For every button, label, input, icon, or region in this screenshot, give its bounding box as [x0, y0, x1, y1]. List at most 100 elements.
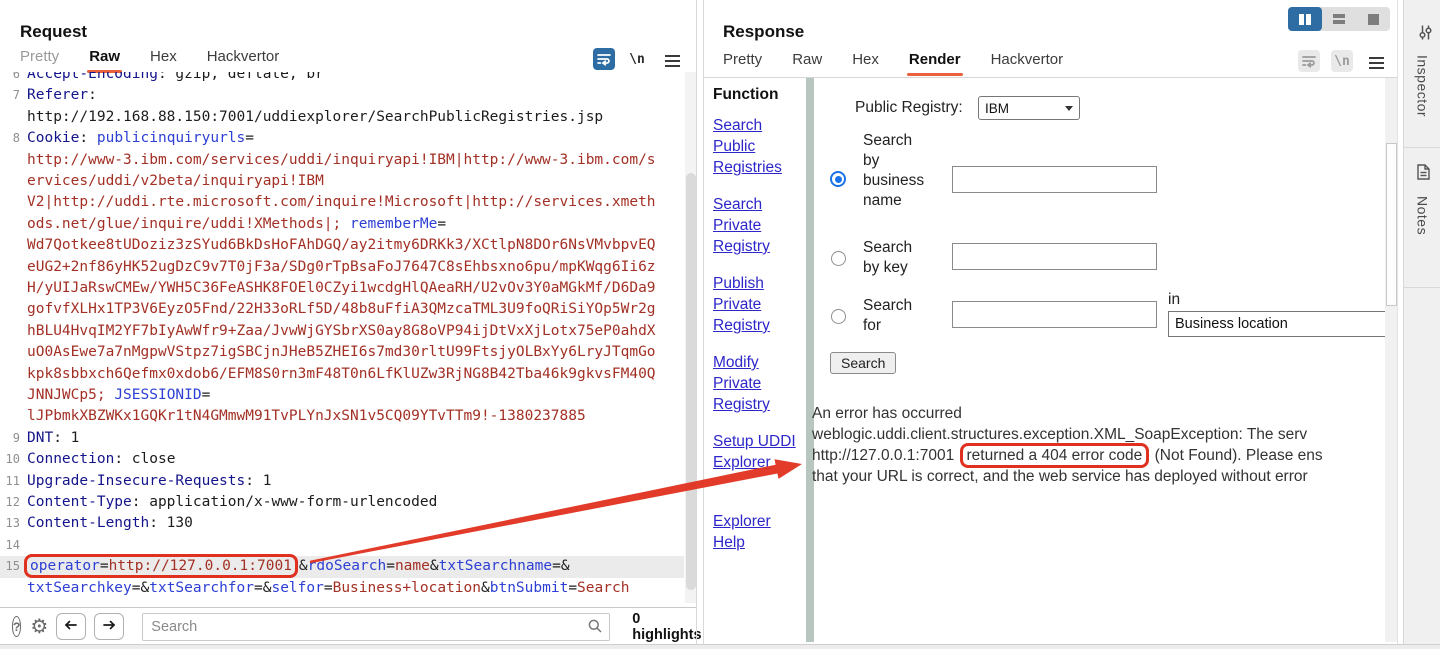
response-tabs: Pretty Raw Hex Render Hackvertor [723, 51, 1063, 76]
link-publish-private-registry[interactable]: Publish Private Registry [713, 273, 801, 336]
business-name-input[interactable] [952, 166, 1157, 193]
tab-response-pretty[interactable]: Pretty [723, 51, 762, 76]
newline-glyph-icon[interactable]: \n [1331, 50, 1353, 72]
request-line-7: 7 Referer: [0, 85, 684, 106]
request-line-12: 12 Content-Type: application/x-www-form-u… [0, 492, 684, 513]
render-scrollbar-thumb[interactable] [1386, 143, 1397, 306]
tab-request-raw[interactable]: Raw [87, 48, 122, 73]
error-message: An error has occurred weblogic.uddi.clien… [812, 403, 1385, 513]
search-input[interactable] [142, 612, 611, 641]
highlights-count: 0 highlights [632, 610, 702, 643]
link-modify-private-registry[interactable]: Modify Private Registry [713, 352, 801, 415]
request-panel-title: Request [20, 22, 88, 41]
error-line: An error has occurred [812, 405, 962, 422]
request-line-10: 10 Connection: close [0, 449, 684, 470]
request-line-6: 6 Accept-Encoding: gzip, deflate, br [0, 72, 684, 85]
request-line-13: 13 Content-Length: 130 [0, 513, 684, 534]
tab-request-hackvertor[interactable]: Hackvertor [207, 48, 280, 73]
request-line: ervices/uddi/v2beta/inquiryapi!IBM [27, 173, 324, 189]
request-line: gofvfXLHx1TP3V6EyzO5Fnd/22H33oRLf5D/48b8… [27, 301, 656, 318]
request-line: eUG2+2nf86yHK52ugDzC9v7T0jF3a/SDg0rTpBsa… [27, 258, 656, 275]
request-line-8: 8 Cookie: publicinquiryurls= [0, 128, 684, 149]
public-registry-select[interactable]: IBM [978, 96, 1080, 120]
line-number: 15 [5, 559, 20, 574]
columns-layout-icon[interactable] [1288, 7, 1322, 31]
notes-document-icon [1414, 163, 1432, 186]
annotation-box-response: returned a 404 error code [963, 446, 1147, 465]
right-sidebar: Inspector Notes [1403, 0, 1440, 645]
response-render-view: Function Search Public Registries Search … [704, 77, 1397, 642]
request-editor[interactable]: 6 Accept-Encoding: gzip, deflate, br 7 Refe… [0, 72, 684, 603]
search-for-label: Search for [863, 297, 913, 334]
newline-glyph-icon[interactable]: \n [626, 48, 648, 70]
error-line: weblogic.uddi.client.structures.exceptio… [812, 426, 1308, 443]
tab-request-hex[interactable]: Hex [150, 48, 177, 73]
arrow-left-icon[interactable] [56, 613, 87, 640]
request-line: kpk8sbbxch6Qefmx0xdob6/EFM8S0rn3mF48T0n6… [27, 365, 656, 382]
in-label: in [1168, 291, 1181, 308]
link-explorer-help[interactable]: Explorer Help [713, 511, 801, 553]
request-line-15: 15 operator=http://127.0.0.1:7001 &rdoSear… [0, 556, 684, 578]
request-line: ods.net/glue/inquire/uddi!XMethods|; rem… [27, 215, 447, 232]
request-line: H/yUIJaRswCMEw/YWH5C36FeASHK8FOEl0CZyi1w… [27, 280, 656, 296]
uddi-search-button[interactable]: Search [830, 352, 897, 374]
help-icon[interactable]: ? [12, 616, 22, 637]
search-icon [587, 618, 603, 639]
line-number: 9 [12, 430, 20, 445]
settings-gear-icon[interactable]: ⚙ [30, 614, 48, 639]
chevron-down-icon [1065, 105, 1073, 111]
arrow-right-icon[interactable] [94, 613, 125, 640]
request-scrollbar-thumb[interactable] [686, 173, 696, 590]
radio-search-for[interactable] [831, 309, 846, 324]
single-layout-icon[interactable] [1356, 7, 1390, 31]
line-number: 8 [12, 131, 20, 146]
search-for-input[interactable] [952, 301, 1157, 328]
tab-inspector[interactable]: Inspector [1404, 20, 1440, 117]
function-heading: Function [713, 86, 779, 103]
search-key-input[interactable] [952, 243, 1157, 270]
tab-notes[interactable]: Notes [1404, 163, 1440, 235]
line-number: 12 [5, 495, 20, 509]
line-number: 13 [5, 516, 20, 531]
tab-response-hex[interactable]: Hex [852, 51, 879, 76]
radio-search-by-key[interactable] [831, 251, 846, 266]
request-line: lJPbmkXBZWKx1GQKr1tN4GMmwM91TvPLYnJxSN1v… [27, 408, 586, 425]
editor-search-bar: ? ⚙ 0 highlights [0, 607, 702, 645]
layout-switcher [1288, 7, 1390, 31]
menu-icon[interactable] [1365, 52, 1387, 74]
sidebar-divider [806, 78, 814, 642]
request-line: uO0AsEwe7a7nMgpwVStpz7igSBCjnJHeB5ZHEI6s… [27, 344, 656, 361]
annotation-box-request: operator=http://127.0.0.1:7001 [27, 557, 295, 575]
line-number: 10 [5, 452, 20, 467]
request-line-11: 11 Upgrade-Insecure-Requests: 1 [0, 471, 684, 492]
rows-layout-icon[interactable] [1322, 7, 1356, 31]
request-line: Wd7Qotkee8tUDoziz3zSYud6BkDsHoFAhDGQ/ay2… [27, 237, 656, 254]
word-wrap-icon[interactable] [1298, 50, 1320, 72]
radio-search-by-business-name[interactable] [830, 171, 846, 187]
request-line: http://192.168.88.150:7001/uddiexplorer/… [27, 108, 604, 125]
error-line: http://127.0.0.1:7001 returned a 404 err… [812, 446, 1323, 465]
request-line: http://www-3.ibm.com/services/uddi/inqui… [27, 151, 656, 168]
line-number: 11 [5, 473, 20, 488]
menu-icon[interactable] [661, 50, 683, 72]
public-registry-label: Public Registry: [855, 99, 963, 116]
tab-response-hackvertor[interactable]: Hackvertor [991, 51, 1064, 76]
business-location-select[interactable]: Business location [1168, 311, 1397, 337]
burp-repeater-view: Request Pretty Raw Hex Hackvertor \n 6 Accep… [0, 0, 1440, 649]
uddi-function-sidebar: Function Search Public Registries Search … [713, 86, 805, 569]
link-search-private-registry[interactable]: Search Private Registry [713, 194, 801, 257]
line-number: 7 [12, 88, 20, 103]
link-setup-uddi-explorer[interactable]: Setup UDDI Explorer [713, 431, 801, 473]
word-wrap-icon[interactable] [593, 48, 615, 70]
tab-response-raw[interactable]: Raw [792, 51, 822, 76]
request-line: V2|http://uddi.rte.microsoft.com/inquire… [27, 194, 656, 211]
tab-response-render[interactable]: Render [906, 51, 963, 76]
request-tabs: Pretty Raw Hex Hackvertor [20, 48, 279, 73]
panel-divider[interactable] [696, 0, 697, 645]
render-scrollbar[interactable] [1385, 78, 1397, 642]
tab-request-pretty[interactable]: Pretty [20, 48, 59, 73]
link-search-public-registries[interactable]: Search Public Registries [713, 115, 801, 178]
search-by-key-label: Search by key [863, 239, 913, 276]
search-by-business-name-label: Search by business name [863, 132, 925, 209]
window-bottom-edge [0, 644, 1440, 649]
